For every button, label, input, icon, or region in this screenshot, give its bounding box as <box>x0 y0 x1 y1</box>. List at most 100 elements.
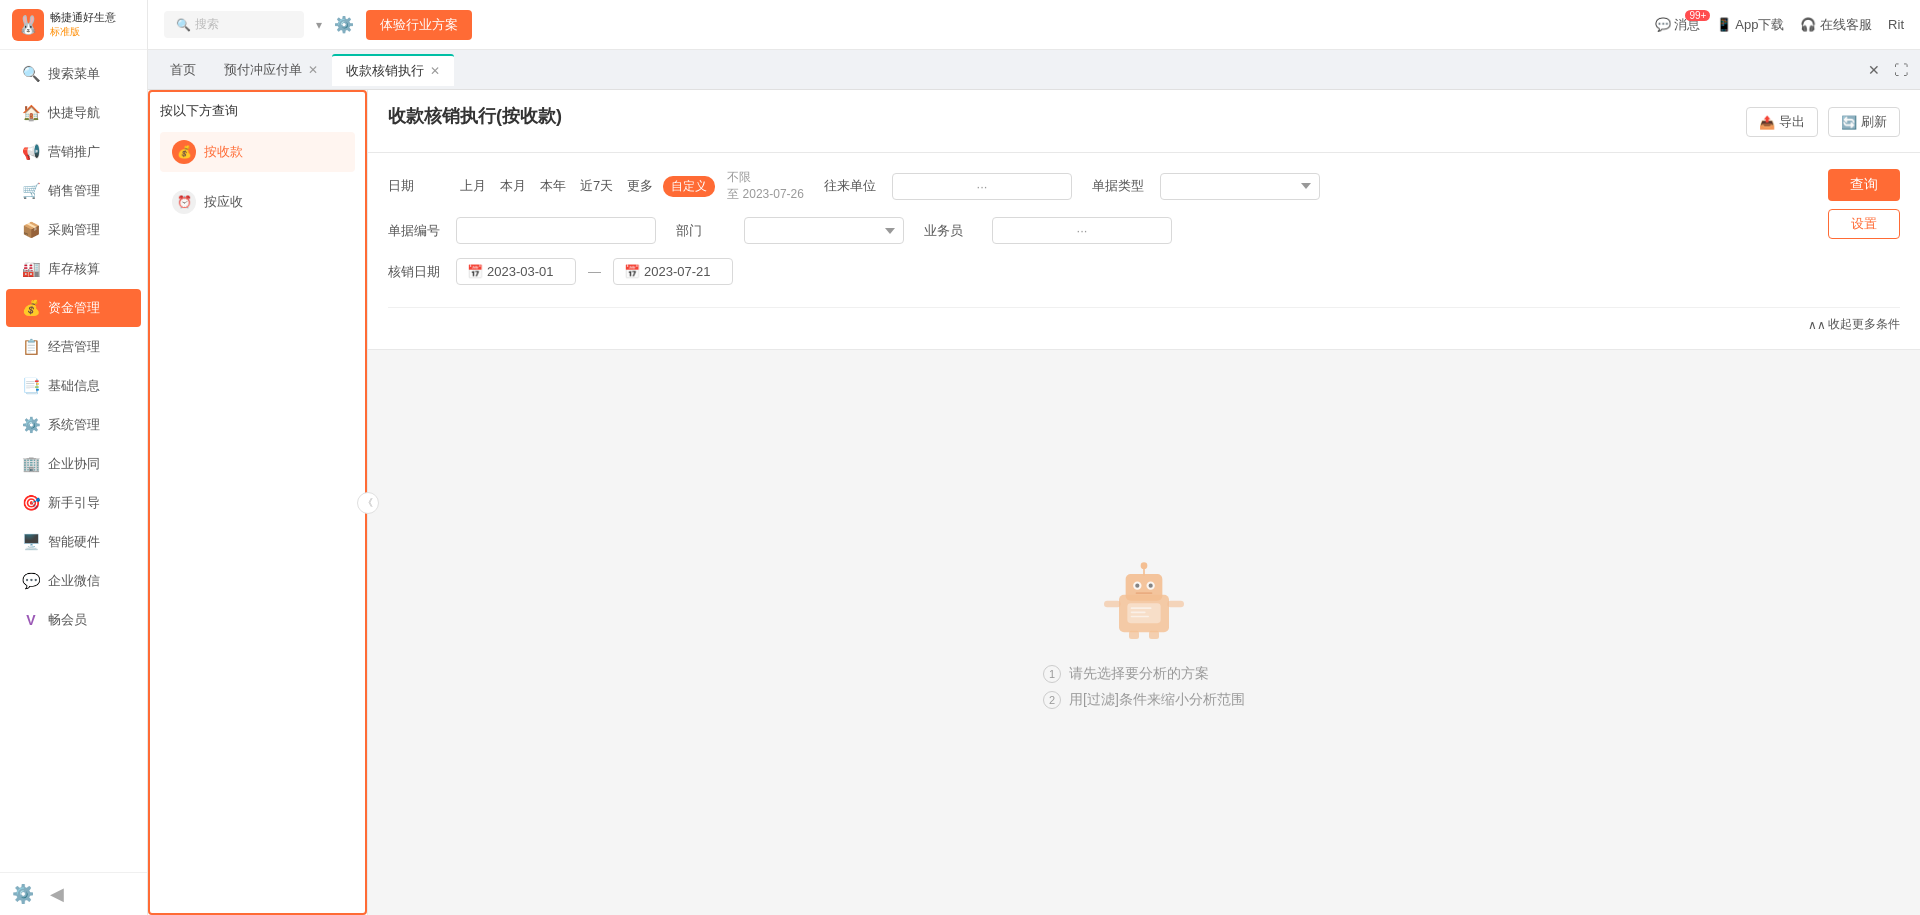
counterpart-input[interactable]: ··· <box>892 173 1072 200</box>
logo: 🐰 畅捷通好生意 标准版 <box>0 0 147 50</box>
wechat-icon: 💬 <box>22 572 40 590</box>
sidebar-item-sales-label: 销售管理 <box>48 182 100 200</box>
topbar-dropdown[interactable]: ▾ <box>316 18 322 32</box>
finance-icon: 💰 <box>22 299 40 317</box>
online-service[interactable]: 🎧 在线客服 <box>1800 16 1872 34</box>
logo-name: 畅捷通好生意 <box>50 10 116 24</box>
tip-num-1: 1 <box>1043 665 1061 683</box>
bill-type-select[interactable] <box>1160 173 1320 200</box>
tab-prepay-close[interactable]: ✕ <box>308 63 318 77</box>
sidebar-item-marketing[interactable]: 📢 营销推广 <box>6 133 141 171</box>
tab-home[interactable]: 首页 <box>156 54 210 86</box>
user-info[interactable]: Rit <box>1888 17 1904 32</box>
topbar-gear-icon[interactable]: ⚙️ <box>334 15 354 34</box>
member-icon: V <box>22 611 40 629</box>
mobile-icon: 📱 <box>1716 17 1732 32</box>
empty-tip-1: 1 请先选择要分析的方案 <box>1043 665 1245 683</box>
message-badge[interactable]: 💬 消息 99+ <box>1655 16 1701 34</box>
collapse-sidebar-icon[interactable]: ◀ <box>50 883 64 905</box>
sidebar-item-operation[interactable]: 📋 经营管理 <box>6 328 141 366</box>
tab-writeoff-label: 收款核销执行 <box>346 62 424 80</box>
operation-icon: 📋 <box>22 338 40 356</box>
tab-writeoff[interactable]: 收款核销执行 ✕ <box>332 54 454 86</box>
home-icon: 🏠 <box>22 104 40 122</box>
industry-solution-button[interactable]: 体验行业方案 <box>366 10 472 40</box>
filter-option-by-receipt[interactable]: 💰 按收款 <box>160 132 355 172</box>
refresh-button[interactable]: 🔄 刷新 <box>1828 107 1900 137</box>
tab-prepay[interactable]: 预付冲应付单 ✕ <box>210 54 332 86</box>
settings-icon[interactable]: ⚙️ <box>12 883 34 905</box>
collapse-more-button[interactable]: ∧∧ 收起更多条件 <box>388 316 1900 333</box>
topbar-search[interactable]: 🔍 搜索 <box>164 11 304 38</box>
sidebar-bottom: ⚙️ ◀ <box>0 872 147 915</box>
sidebar-item-sales[interactable]: 🛒 销售管理 <box>6 172 141 210</box>
date-field: 日期 上月 本月 本年 近7天 更多 自定义 <box>388 169 804 203</box>
sidebar-item-inventory-label: 库存核算 <box>48 260 100 278</box>
date-label: 日期 <box>388 177 448 195</box>
date-shortcut-custom[interactable]: 自定义 <box>663 176 715 197</box>
sidebar-item-enterprise[interactable]: 🏢 企业协同 <box>6 445 141 483</box>
tab-home-label: 首页 <box>170 61 196 79</box>
app-download[interactable]: 📱 App下载 <box>1716 16 1784 34</box>
settings-button[interactable]: 设置 <box>1828 209 1900 239</box>
tab-close-icon[interactable]: ✕ <box>1864 58 1884 82</box>
date-shortcut-last-month[interactable]: 上月 <box>456 175 490 197</box>
guide-icon: 🎯 <box>22 494 40 512</box>
writeoff-date-field: 核销日期 📅 2023-03-01 — 📅 2023-07-21 <box>388 258 733 285</box>
query-button[interactable]: 查询 <box>1828 169 1900 201</box>
sidebar-item-basic-label: 基础信息 <box>48 377 100 395</box>
enterprise-icon: 🏢 <box>22 455 40 473</box>
department-label: 部门 <box>676 222 736 240</box>
filter-option-by-receivable[interactable]: ⏰ 按应收 <box>160 182 355 222</box>
sidebar: 🐰 畅捷通好生意 标准版 🔍 搜索菜单 🏠 快捷导航 📢 营销推广 🛒 销售管理… <box>0 0 148 915</box>
sidebar-item-quick-nav[interactable]: 🏠 快捷导航 <box>6 94 141 132</box>
sidebar-item-search-label: 搜索菜单 <box>48 65 100 83</box>
tip-num-2: 2 <box>1043 691 1061 709</box>
sidebar-item-hardware[interactable]: 🖥️ 智能硬件 <box>6 523 141 561</box>
headset-icon: 🎧 <box>1800 17 1816 32</box>
writeoff-date-to[interactable]: 📅 2023-07-21 <box>613 258 733 285</box>
sidebar-item-inventory[interactable]: 🏭 库存核算 <box>6 250 141 288</box>
sidebar-item-purchase[interactable]: 📦 采购管理 <box>6 211 141 249</box>
sidebar-item-finance[interactable]: 💰 资金管理 <box>6 289 141 327</box>
inventory-icon: 🏭 <box>22 260 40 278</box>
date-shortcut-this-year[interactable]: 本年 <box>536 175 570 197</box>
sidebar-item-wechat[interactable]: 💬 企业微信 <box>6 562 141 600</box>
logo-sub: 标准版 <box>50 25 116 39</box>
sidebar-item-guide[interactable]: 🎯 新手引导 <box>6 484 141 522</box>
salesperson-input[interactable]: ··· <box>992 217 1172 244</box>
tab-writeoff-close[interactable]: ✕ <box>430 64 440 78</box>
empty-tips: 1 请先选择要分析的方案 2 用[过滤]条件来缩小分析范围 <box>1043 665 1245 717</box>
svg-rect-10 <box>1149 630 1159 638</box>
bill-type-label: 单据类型 <box>1092 177 1152 195</box>
date-shortcut-more[interactable]: 更多 <box>623 175 657 197</box>
sidebar-item-quick-nav-label: 快捷导航 <box>48 104 100 122</box>
sidebar-item-operation-label: 经营管理 <box>48 338 100 356</box>
department-select[interactable] <box>744 217 904 244</box>
page-header: 收款核销执行(按收款) 📤 导出 🔄 刷新 <box>368 90 1920 153</box>
svg-rect-12 <box>1167 600 1184 607</box>
tab-expand-icon[interactable]: ⛶ <box>1890 58 1912 82</box>
sidebar-item-finance-label: 资金管理 <box>48 299 100 317</box>
date-shortcut-7days[interactable]: 近7天 <box>576 175 617 197</box>
bill-number-input[interactable] <box>456 217 656 244</box>
sidebar-item-member[interactable]: V 畅会员 <box>6 601 141 639</box>
collapse-filter-btn[interactable]: 《 <box>357 492 379 514</box>
export-button[interactable]: 📤 导出 <box>1746 107 1818 137</box>
svg-rect-6 <box>1136 592 1153 594</box>
calendar-to-icon: 📅 <box>624 264 640 279</box>
basic-icon: 📑 <box>22 377 40 395</box>
system-icon: ⚙️ <box>22 416 40 434</box>
header-actions: 📤 导出 🔄 刷新 <box>1746 107 1900 137</box>
sidebar-item-hardware-label: 智能硬件 <box>48 533 100 551</box>
sidebar-item-system[interactable]: ⚙️ 系统管理 <box>6 406 141 444</box>
salesperson-label: 业务员 <box>924 222 984 240</box>
date-shortcut-this-month[interactable]: 本月 <box>496 175 530 197</box>
date-shortcuts: 上月 本月 本年 近7天 更多 自定义 <box>456 175 715 197</box>
department-field: 部门 <box>676 217 904 244</box>
sidebar-item-basic[interactable]: 📑 基础信息 <box>6 367 141 405</box>
writeoff-date-from[interactable]: 📅 2023-03-01 <box>456 258 576 285</box>
sidebar-item-search[interactable]: 🔍 搜索菜单 <box>6 55 141 93</box>
search-icon: 🔍 <box>176 18 191 32</box>
salesperson-field: 业务员 ··· <box>924 217 1172 244</box>
